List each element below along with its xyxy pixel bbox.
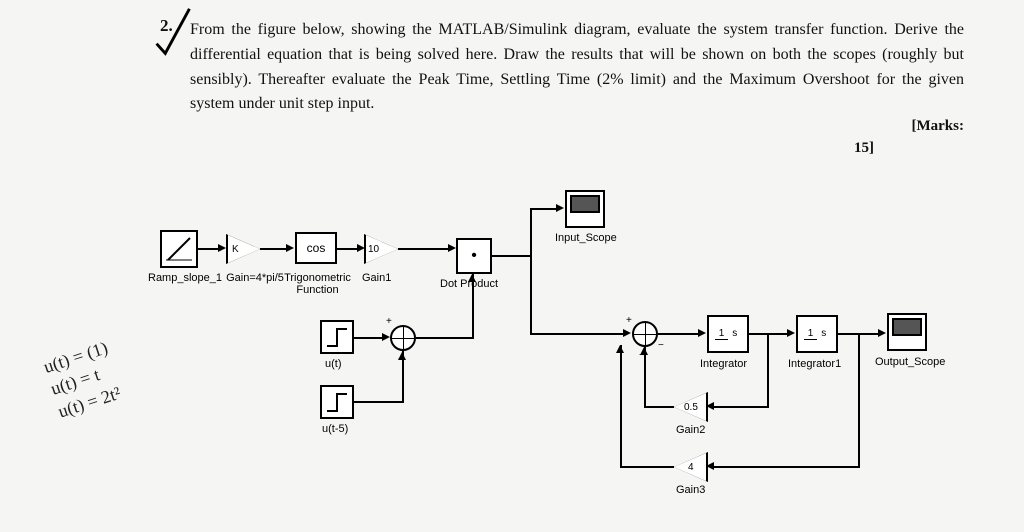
integrator1-label: Integrator1 [788,358,841,370]
gain2-label: Gain2 [676,424,705,436]
ut5-label: u(t-5) [322,423,348,435]
step-icon [324,324,350,350]
sum-junction-1 [390,325,416,351]
simulink-diagram: Ramp_slope_1 K Gain=4*pi/5 cos Trigonome… [140,200,970,520]
ramp-block [160,230,198,268]
gain1-label: Gain1 [362,272,391,284]
gain3-label: Gain3 [676,484,705,496]
ramp-icon [164,234,194,264]
tick-mark [153,5,193,63]
trig-text: cos [307,241,326,255]
integrator1-block: 1s [796,315,838,353]
ut5-block [320,385,354,419]
trig-block: cos [295,232,337,264]
marks-value: 15] [854,140,874,157]
integrator-frac: 1s [715,329,742,339]
dot-product-block: • [456,238,492,274]
ut-label: u(t) [325,358,342,370]
handwritten-notes: u(t) = (1) u(t) = t u(t) = 2t² [41,336,126,423]
marks-label: [Marks: [912,118,965,135]
input-scope-label: Input_Scope [555,232,617,244]
question-text: From the figure below, showing the MATLA… [190,18,964,117]
integrator1-frac: 1s [804,329,831,339]
trig-label: Trigonometric Function [275,272,360,296]
ut-block [320,320,354,354]
integrator-label: Integrator [700,358,747,370]
integrator-block: 1s [707,315,749,353]
question-number: 2. [160,16,173,36]
gain-k-text: K [232,244,239,255]
dot-symbol: • [471,247,477,265]
gain1-text: 10 [368,244,379,255]
gain2-text: 0.5 [684,402,698,413]
output-scope-label: Output_Scope [875,356,945,368]
step-icon [324,389,350,415]
ramp-label: Ramp_slope_1 [140,272,230,284]
gain3-text: 4 [688,462,694,473]
sum-junction-main [632,321,658,347]
